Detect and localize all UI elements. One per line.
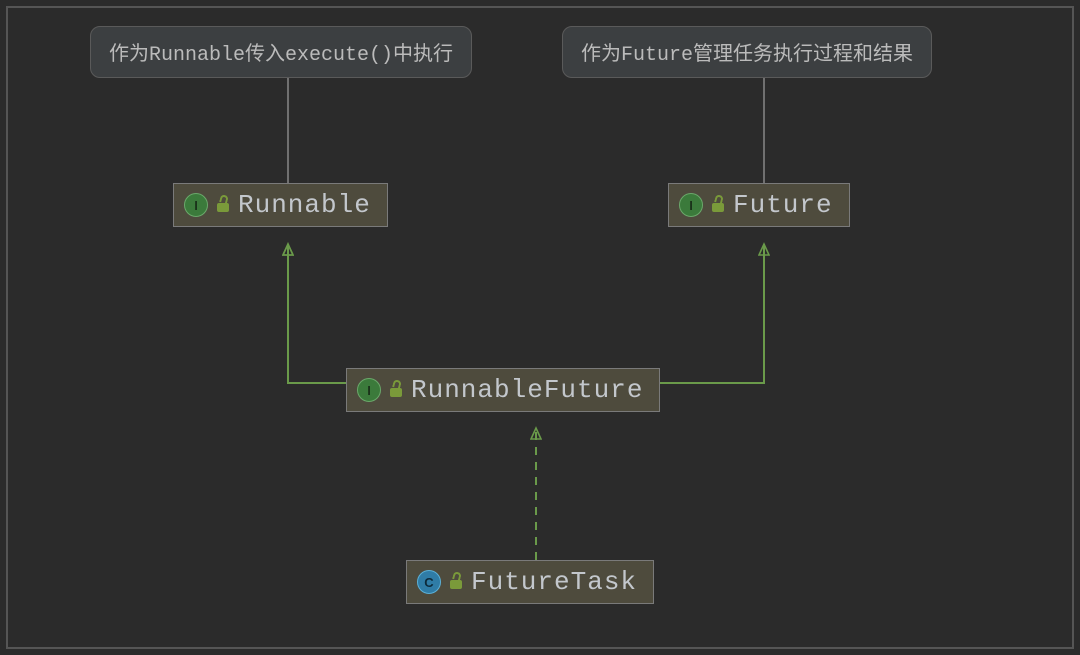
node-label: FutureTask [471, 567, 637, 597]
unlock-icon [449, 575, 463, 589]
interface-badge-icon: I [184, 193, 208, 217]
note-runnable: 作为Runnable传入execute()中执行 [90, 26, 472, 78]
node-futuretask[interactable]: C FutureTask [406, 560, 654, 604]
unlock-icon [216, 198, 230, 212]
node-runnablefuture[interactable]: I RunnableFuture [346, 368, 660, 412]
diagram-canvas: 作为Runnable传入execute()中执行 作为Future管理任务执行过… [6, 6, 1074, 649]
unlock-icon [711, 198, 725, 212]
note-text: 作为Future管理任务执行过程和结果 [581, 44, 913, 67]
interface-badge-icon: I [357, 378, 381, 402]
node-future[interactable]: I Future [668, 183, 850, 227]
edge-runnablefuture-runnable [288, 244, 433, 383]
note-future: 作为Future管理任务执行过程和结果 [562, 26, 932, 78]
edges-layer [8, 8, 1076, 651]
node-label: RunnableFuture [411, 375, 643, 405]
node-label: Runnable [238, 190, 371, 220]
node-runnable[interactable]: I Runnable [173, 183, 388, 227]
interface-badge-icon: I [679, 193, 703, 217]
unlock-icon [389, 383, 403, 397]
node-label: Future [733, 190, 833, 220]
class-badge-icon: C [417, 570, 441, 594]
edge-runnablefuture-future [640, 244, 764, 383]
note-text: 作为Runnable传入execute()中执行 [109, 44, 453, 67]
